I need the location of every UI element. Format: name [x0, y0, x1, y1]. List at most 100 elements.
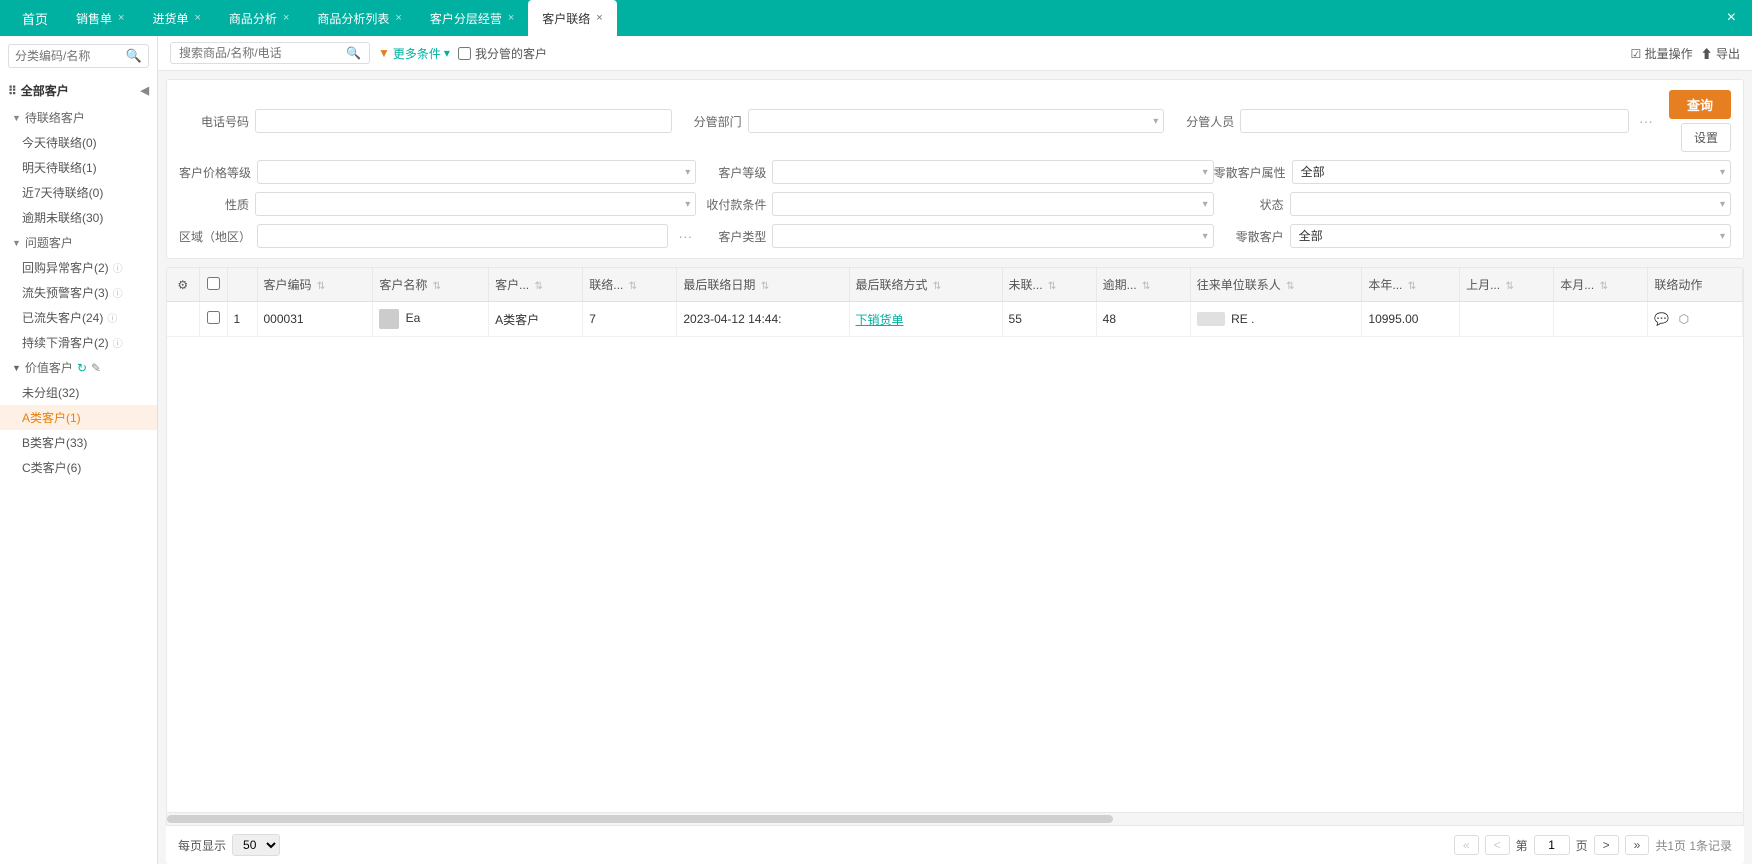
- this-year-col-header[interactable]: 本年... ⇅: [1362, 268, 1460, 302]
- close-sales-tab[interactable]: ×: [118, 12, 124, 24]
- retail-customer-wrap: 全部 ▾: [1290, 224, 1731, 248]
- contact-action-col-header: 联络动作: [1648, 268, 1743, 302]
- row-checkbox[interactable]: [199, 302, 227, 337]
- sidebar-item-unclassified[interactable]: 未分组(32): [0, 380, 157, 405]
- batch-ops-button[interactable]: ☑ 批量操作: [1631, 45, 1693, 62]
- contact-col-header[interactable]: 联络... ⇅: [583, 268, 677, 302]
- value-customers-group[interactable]: ▼ 价值客户 ↻ ✎: [0, 355, 157, 380]
- sidebar-item-today[interactable]: 今天待联络(0): [0, 130, 157, 155]
- info-icon2: ⓘ: [113, 285, 123, 300]
- price-level-select[interactable]: [257, 160, 696, 184]
- customer-type-wrap: ▾: [772, 224, 1213, 248]
- triangle-icon2: ▼: [12, 238, 21, 248]
- setting-button[interactable]: 设置: [1681, 123, 1731, 152]
- my-customers-check[interactable]: [458, 47, 471, 60]
- prev-page-button[interactable]: <: [1485, 835, 1510, 855]
- search-icon[interactable]: 🔍: [346, 46, 361, 60]
- sidebar-item-churn-warning[interactable]: 流失预警客户(3) ⓘ: [0, 280, 157, 305]
- person-input[interactable]: [1240, 109, 1629, 133]
- close-segment-tab[interactable]: ×: [508, 12, 514, 24]
- sidebar-item-churned[interactable]: 已流失客户(24) ⓘ: [0, 305, 157, 330]
- my-customers-checkbox[interactable]: 我分管的客户: [458, 45, 547, 62]
- collapse-icon[interactable]: ◀: [141, 84, 149, 97]
- close-analysis-list-tab[interactable]: ×: [395, 12, 401, 24]
- more-conditions-button[interactable]: ▼ 更多条件 ▾: [378, 45, 450, 62]
- retail-attr-wrap: 全部 ▾: [1292, 160, 1731, 184]
- dept-select[interactable]: [748, 109, 1165, 133]
- row-last-contact-method[interactable]: 下销货单: [849, 302, 1002, 337]
- close-purchase-tab[interactable]: ×: [194, 12, 200, 24]
- query-button[interactable]: 查询: [1669, 90, 1731, 119]
- code-col-header[interactable]: 客户编码 ⇅: [257, 268, 373, 302]
- customer-type-col-header[interactable]: 客户... ⇅: [489, 268, 583, 302]
- nav-tab-sales[interactable]: 销售单 ×: [62, 0, 138, 36]
- page-label: 第: [1516, 837, 1528, 854]
- customer-type-select[interactable]: [772, 224, 1213, 248]
- all-customers-header[interactable]: ⠿ 全部客户 ◀: [0, 76, 157, 105]
- page-input[interactable]: [1534, 835, 1570, 855]
- payment-select[interactable]: [772, 192, 1213, 216]
- nav-tab-purchase[interactable]: 进货单 ×: [138, 0, 214, 36]
- retail-customer-select[interactable]: 全部: [1290, 224, 1731, 248]
- sidebar-item-declining[interactable]: 持续下滑客户(2) ⓘ: [0, 330, 157, 355]
- checkbox-col-header[interactable]: [199, 268, 227, 302]
- sidebar-item-repurchase-abnormal[interactable]: 回购异常客户(2) ⓘ: [0, 255, 157, 280]
- nav-tab-customer-contact[interactable]: 客户联络 ×: [528, 0, 616, 36]
- problem-customers-group[interactable]: ▼ 问题客户: [0, 230, 157, 255]
- sidebar-item-tomorrow[interactable]: 明天待联络(1): [0, 155, 157, 180]
- name-col-header[interactable]: 客户名称 ⇅: [373, 268, 489, 302]
- price-level-filter: 客户价格等级 ▾: [179, 160, 696, 184]
- no-contact-col-header[interactable]: 未联... ⇅: [1002, 268, 1096, 302]
- area-more[interactable]: ···: [674, 228, 696, 244]
- pending-contact-group[interactable]: ▼ 待联络客户: [0, 105, 157, 130]
- last-page-button[interactable]: »: [1625, 835, 1650, 855]
- sidebar-search-box[interactable]: 🔍: [8, 44, 149, 68]
- sidebar-search-input[interactable]: [15, 49, 126, 63]
- last-contact-method-col-header[interactable]: 最后联络方式 ⇅: [849, 268, 1002, 302]
- sidebar-item-c-class[interactable]: C类客户(6): [0, 455, 157, 480]
- nav-home[interactable]: 首页: [8, 9, 62, 28]
- company-contact-col-header[interactable]: 往来单位联系人 ⇅: [1190, 268, 1362, 302]
- sidebar-item-b-class[interactable]: B类客户(33): [0, 430, 157, 455]
- phone-input[interactable]: [255, 109, 672, 133]
- first-page-button[interactable]: «: [1454, 835, 1479, 855]
- this-month-col-header[interactable]: 本月... ⇅: [1554, 268, 1648, 302]
- horizontal-scrollbar[interactable]: [166, 813, 1744, 825]
- menu-icon[interactable]: ⬡: [1679, 312, 1689, 326]
- sidebar-item-a-class[interactable]: A类客户(1): [0, 405, 157, 430]
- close-all-button[interactable]: ×: [1719, 9, 1744, 27]
- search-bar[interactable]: 🔍: [170, 42, 370, 64]
- status-select[interactable]: [1290, 192, 1731, 216]
- overdue-col-header[interactable]: 逾期... ⇅: [1096, 268, 1190, 302]
- row-check[interactable]: [207, 311, 220, 324]
- chat-icon[interactable]: 💬: [1654, 312, 1669, 326]
- nature-select[interactable]: [255, 192, 696, 216]
- last-month-col-header[interactable]: 上月... ⇅: [1460, 268, 1554, 302]
- close-contact-tab[interactable]: ×: [596, 12, 602, 24]
- nav-tab-customer-segment[interactable]: 客户分层经营 ×: [416, 0, 528, 36]
- search-input[interactable]: [179, 46, 346, 60]
- person-more[interactable]: ···: [1635, 113, 1657, 129]
- retail-attr-select[interactable]: 全部: [1292, 160, 1731, 184]
- customer-level-select[interactable]: [772, 160, 1213, 184]
- content-area: 🔍 ▼ 更多条件 ▾ 我分管的客户 ☑ 批量操作 ⬆ 导出: [158, 36, 1752, 864]
- edit-icon[interactable]: ✎: [91, 361, 101, 375]
- close-analysis-tab[interactable]: ×: [283, 12, 289, 24]
- scrollbar-thumb[interactable]: [167, 815, 1113, 823]
- sidebar-item-overdue[interactable]: 逾期未联络(30): [0, 205, 157, 230]
- filter-row-3: 性质 ▾ 收付款条件 ▾ 状态: [179, 192, 1731, 216]
- sidebar-item-7days[interactable]: 近7天待联络(0): [0, 180, 157, 205]
- customer-type-label: 客户类型: [696, 228, 766, 245]
- page-size-control: 每页显示 50: [178, 834, 280, 856]
- refresh-icon[interactable]: ↻: [77, 361, 87, 375]
- nav-tab-analysis[interactable]: 商品分析 ×: [215, 0, 303, 36]
- settings-col-header[interactable]: ⚙: [167, 268, 199, 302]
- sidebar-search-icon[interactable]: 🔍: [126, 48, 142, 64]
- next-page-button[interactable]: >: [1594, 835, 1619, 855]
- area-input[interactable]: [257, 224, 668, 248]
- page-size-select[interactable]: 50: [232, 834, 280, 856]
- last-contact-date-col-header[interactable]: 最后联络日期 ⇅: [677, 268, 849, 302]
- nav-tab-analysis-list[interactable]: 商品分析列表 ×: [303, 0, 415, 36]
- export-button[interactable]: ⬆ 导出: [1701, 45, 1740, 62]
- select-all-checkbox[interactable]: [207, 277, 220, 290]
